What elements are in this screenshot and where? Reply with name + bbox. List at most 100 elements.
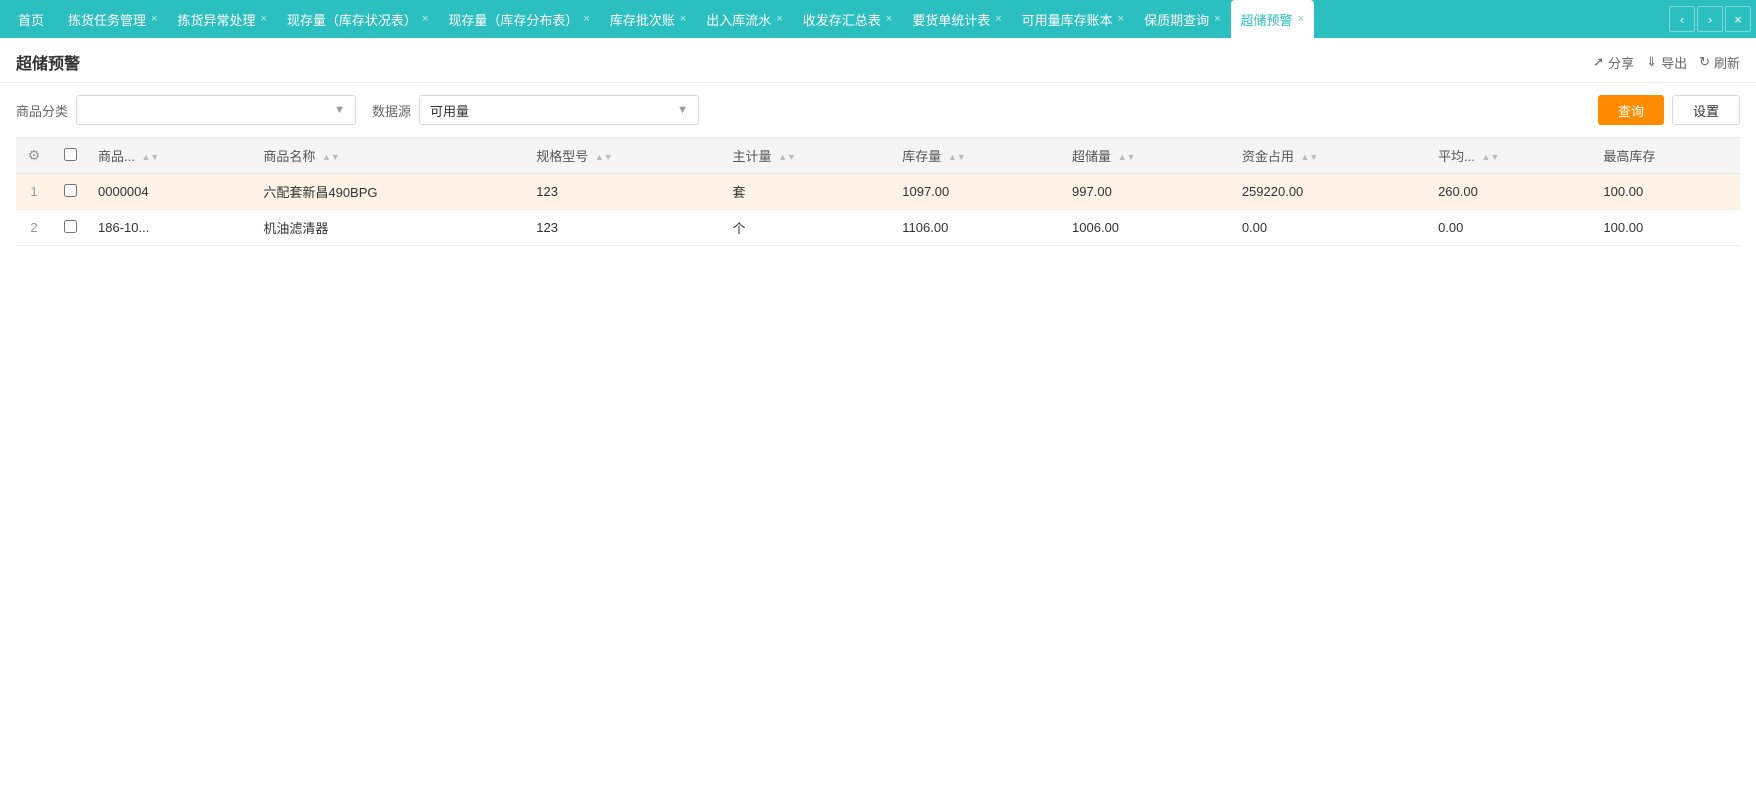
nav-tab-6[interactable]: 收发存汇总表 ×	[793, 0, 902, 38]
col-product-code-label: 商品...	[98, 149, 135, 164]
row-checkbox-cell-1[interactable]	[52, 210, 88, 246]
nav-tab-0[interactable]: 拣货任务管理 ×	[58, 0, 167, 38]
col-stock[interactable]: 库存量 ▲▼	[892, 138, 1062, 174]
row-unit-0: 套	[722, 174, 892, 210]
close-icon-2[interactable]: ×	[422, 13, 428, 25]
data-table: ⚙ 商品... ▲▼ 商品名称 ▲▼ 规格型号 ▲▼ 主计	[16, 137, 1740, 246]
datasource-select[interactable]: 可用量 ▼	[419, 95, 699, 125]
col-avg[interactable]: 平均... ▲▼	[1428, 138, 1593, 174]
col-product-name[interactable]: 商品名称 ▲▼	[253, 138, 526, 174]
row-checkbox-0[interactable]	[64, 184, 77, 197]
close-icon-5[interactable]: ×	[776, 13, 782, 25]
nav-tab-label-4: 库存批次账	[610, 10, 675, 29]
nav-tab-label-7: 要货单统计表	[912, 10, 990, 29]
col-avg-label: 平均...	[1438, 149, 1475, 164]
datasource-label: 数据源	[372, 101, 411, 120]
nav-tab-4[interactable]: 库存批次账 ×	[600, 0, 696, 38]
query-button[interactable]: 查询	[1598, 95, 1664, 125]
nav-tab-9[interactable]: 保质期查询 ×	[1134, 0, 1230, 38]
select-all-checkbox[interactable]	[64, 148, 77, 161]
settings-button[interactable]: 设置	[1672, 95, 1740, 125]
row-stock-1: 1106.00	[892, 210, 1062, 246]
category-select[interactable]: ▼	[76, 95, 356, 125]
datasource-value: 可用量	[430, 101, 469, 120]
filter-area: 商品分类 ▼ 数据源 可用量 ▼ 查询 设置	[0, 83, 1756, 137]
row-unit-1: 个	[722, 210, 892, 246]
row-product-code-1: 186-10...	[88, 210, 253, 246]
page-header: 超储预警 ➚ 分享 ⇓ 导出 ↻ 刷新	[0, 38, 1756, 83]
share-button[interactable]: ➚ 分享	[1593, 53, 1634, 72]
datasource-filter-group: 数据源 可用量 ▼	[372, 95, 699, 125]
row-stock-0: 1097.00	[892, 174, 1062, 210]
nav-tab-2[interactable]: 现存量（库存状况表） ×	[277, 0, 438, 38]
nav-tab-8[interactable]: 可用量库存账本 ×	[1012, 0, 1134, 38]
share-label: 分享	[1608, 53, 1634, 72]
close-icon-1[interactable]: ×	[260, 13, 266, 25]
refresh-label: 刷新	[1714, 53, 1740, 72]
row-checkbox-cell-0[interactable]	[52, 174, 88, 210]
close-icon-8[interactable]: ×	[1118, 13, 1124, 25]
export-label: 导出	[1661, 53, 1687, 72]
nav-prev-button[interactable]: ‹	[1669, 6, 1695, 32]
close-icon-6[interactable]: ×	[886, 13, 892, 25]
nav-tab-label-3: 现存量（库存分布表）	[448, 10, 578, 29]
nav-tab-1[interactable]: 拣货异常处理 ×	[167, 0, 276, 38]
row-over-stock-0: 997.00	[1062, 174, 1232, 210]
row-over-stock-1: 1006.00	[1062, 210, 1232, 246]
nav-tab-10[interactable]: 超储预警 ×	[1231, 0, 1314, 38]
nav-next-button[interactable]: ›	[1697, 6, 1723, 32]
row-num-0: 1	[16, 174, 52, 210]
refresh-button[interactable]: ↻ 刷新	[1699, 53, 1740, 72]
row-avg-0: 260.00	[1428, 174, 1593, 210]
settings-icon[interactable]: ⚙	[28, 147, 41, 163]
col-max-stock-label: 最高库存	[1603, 149, 1655, 164]
col-capital-label: 资金占用	[1242, 149, 1294, 164]
row-product-code-0: 0000004	[88, 174, 253, 210]
close-icon-7[interactable]: ×	[995, 13, 1001, 25]
col-max-stock[interactable]: 最高库存	[1593, 138, 1740, 174]
close-icon-10[interactable]: ×	[1298, 13, 1304, 25]
sort-icon-product-name: ▲▼	[322, 153, 340, 162]
col-over-stock-label: 超储量	[1072, 149, 1111, 164]
row-checkbox-1[interactable]	[64, 220, 77, 233]
row-capital-1: 0.00	[1232, 210, 1428, 246]
sort-icon-product-code: ▲▼	[141, 153, 159, 162]
chevron-down-icon-2: ▼	[677, 104, 688, 116]
col-capital[interactable]: 资金占用 ▲▼	[1232, 138, 1428, 174]
col-spec[interactable]: 规格型号 ▲▼	[526, 138, 722, 174]
col-gear: ⚙	[16, 138, 52, 174]
page-title: 超储预警	[16, 50, 80, 74]
sort-icon-stock: ▲▼	[948, 153, 966, 162]
close-icon-4[interactable]: ×	[680, 13, 686, 25]
row-spec-0: 123	[526, 174, 722, 210]
nav-tab-7[interactable]: 要货单统计表 ×	[902, 0, 1011, 38]
close-icon-9[interactable]: ×	[1214, 13, 1220, 25]
row-num-1: 2	[16, 210, 52, 246]
nav-tab-label-2: 现存量（库存状况表）	[287, 10, 417, 29]
nav-tab-5[interactable]: 出入库流水 ×	[696, 0, 792, 38]
nav-tab-3[interactable]: 现存量（库存分布表） ×	[438, 0, 599, 38]
col-select-all[interactable]	[52, 138, 88, 174]
table-row: 1 0000004 六配套新昌490BPG 123 套 1097.00 997.…	[16, 174, 1740, 210]
category-label: 商品分类	[16, 101, 68, 120]
sort-icon-over-stock: ▲▼	[1118, 153, 1136, 162]
nav-home[interactable]: 首页	[4, 10, 58, 29]
nav-bar: 首页 拣货任务管理 × 拣货异常处理 × 现存量（库存状况表） × 现存量（库存…	[0, 0, 1756, 38]
nav-more-button[interactable]: ×	[1725, 6, 1751, 32]
row-spec-1: 123	[526, 210, 722, 246]
nav-tab-label-1: 拣货异常处理	[177, 10, 255, 29]
row-product-name-1: 机油滤清器	[253, 210, 526, 246]
export-button[interactable]: ⇓ 导出	[1646, 53, 1687, 72]
close-icon-3[interactable]: ×	[583, 13, 589, 25]
col-product-code[interactable]: 商品... ▲▼	[88, 138, 253, 174]
nav-tab-label-0: 拣货任务管理	[68, 10, 146, 29]
col-spec-label: 规格型号	[536, 149, 588, 164]
close-icon-0[interactable]: ×	[151, 13, 157, 25]
col-over-stock[interactable]: 超储量 ▲▼	[1062, 138, 1232, 174]
table-row: 2 186-10... 机油滤清器 123 个 1106.00 1006.00 …	[16, 210, 1740, 246]
refresh-icon: ↻	[1699, 54, 1710, 70]
col-unit[interactable]: 主计量 ▲▼	[722, 138, 892, 174]
filter-actions: 查询 设置	[1598, 95, 1740, 125]
nav-tab-label-5: 出入库流水	[706, 10, 771, 29]
nav-tab-label-10: 超储预警	[1241, 10, 1293, 29]
